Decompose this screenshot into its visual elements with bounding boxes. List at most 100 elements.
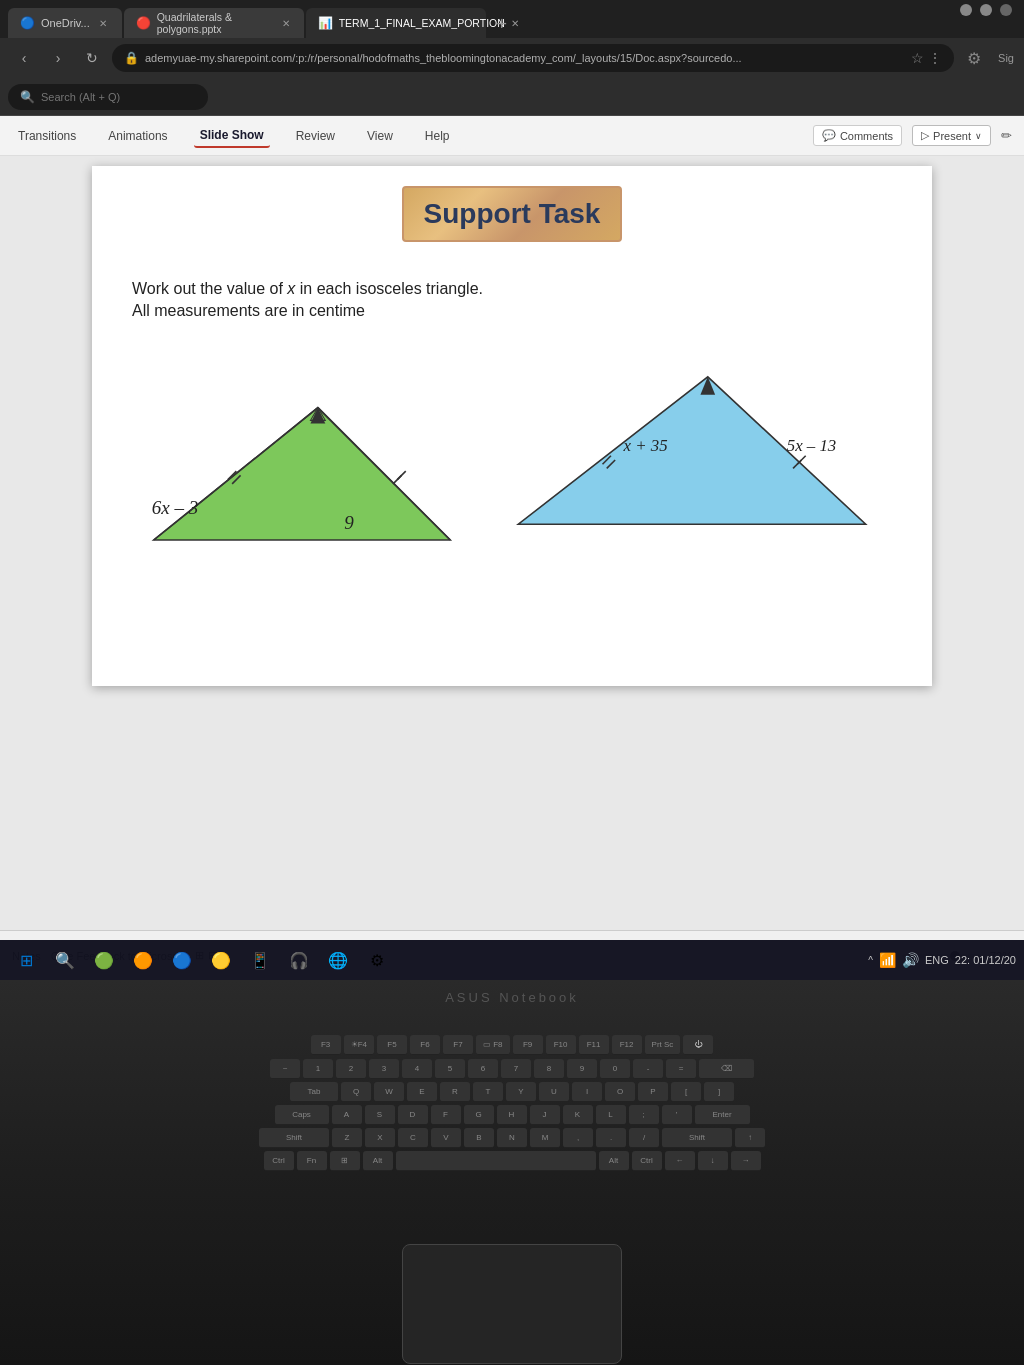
key-y[interactable]: Y: [506, 1082, 536, 1102]
key-comma[interactable]: ,: [563, 1128, 593, 1148]
taskbar-settings-icon[interactable]: ⚙: [359, 942, 395, 978]
refresh-button[interactable]: ↻: [78, 44, 106, 72]
key-shift-r[interactable]: Shift: [662, 1128, 732, 1148]
key-ctrl-l[interactable]: Ctrl: [264, 1151, 294, 1171]
present-button[interactable]: ▷ Present ∨: [912, 125, 991, 146]
key-p[interactable]: P: [638, 1082, 668, 1102]
key-power[interactable]: ⏻: [683, 1035, 713, 1055]
taskbar-edge-icon[interactable]: 🔵: [164, 942, 200, 978]
key-n[interactable]: N: [497, 1128, 527, 1148]
maximize-button[interactable]: [980, 4, 992, 16]
search-input[interactable]: [41, 91, 171, 103]
key-f8[interactable]: ▭ F8: [476, 1035, 510, 1055]
key-f[interactable]: F: [431, 1105, 461, 1125]
touchpad[interactable]: [402, 1244, 622, 1364]
key-s[interactable]: S: [365, 1105, 395, 1125]
tab-close-onedrive[interactable]: ✕: [96, 16, 110, 30]
tab-quadrilaterals[interactable]: 🔴 Quadrilaterals & polygons.pptx ✕: [124, 8, 304, 38]
key-k[interactable]: K: [563, 1105, 593, 1125]
key-w[interactable]: W: [374, 1082, 404, 1102]
key-0[interactable]: 0: [600, 1059, 630, 1079]
key-tilde[interactable]: ~: [270, 1059, 300, 1079]
key-4[interactable]: 4: [402, 1059, 432, 1079]
comments-button[interactable]: 💬 Comments: [813, 125, 902, 146]
key-5[interactable]: 5: [435, 1059, 465, 1079]
key-slash[interactable]: /: [629, 1128, 659, 1148]
key-equals[interactable]: =: [666, 1059, 696, 1079]
key-arrow-right[interactable]: →: [731, 1151, 761, 1171]
key-m[interactable]: M: [530, 1128, 560, 1148]
key-q[interactable]: Q: [341, 1082, 371, 1102]
key-prtsc[interactable]: Prt Sc: [645, 1035, 681, 1055]
key-8[interactable]: 8: [534, 1059, 564, 1079]
back-button[interactable]: ‹: [10, 44, 38, 72]
taskbar-phone-icon[interactable]: 📱: [242, 942, 278, 978]
tab-onedrive[interactable]: 🔵 OneDriv... ✕: [8, 8, 122, 38]
taskbar-headset-icon[interactable]: 🎧: [281, 942, 317, 978]
key-caps[interactable]: Caps: [275, 1105, 329, 1125]
taskbar-chrome-icon[interactable]: 🟠: [125, 942, 161, 978]
key-2[interactable]: 2: [336, 1059, 366, 1079]
key-f5[interactable]: F5: [377, 1035, 407, 1055]
key-t[interactable]: T: [473, 1082, 503, 1102]
key-backspace[interactable]: ⌫: [699, 1059, 754, 1079]
edit-icon[interactable]: ✏: [1001, 128, 1012, 143]
key-e[interactable]: E: [407, 1082, 437, 1102]
windows-start-button[interactable]: ⊞: [8, 942, 44, 978]
key-c[interactable]: C: [398, 1128, 428, 1148]
key-b[interactable]: B: [464, 1128, 494, 1148]
key-f12[interactable]: F12: [612, 1035, 642, 1055]
tab-term1[interactable]: 📊 TERM_1_FINAL_EXAM_PORTION ✕: [306, 8, 486, 38]
key-g[interactable]: G: [464, 1105, 494, 1125]
key-minus[interactable]: -: [633, 1059, 663, 1079]
key-i[interactable]: I: [572, 1082, 602, 1102]
star-icon[interactable]: ☆: [911, 50, 924, 66]
key-space[interactable]: [396, 1151, 596, 1171]
key-f6[interactable]: F6: [410, 1035, 440, 1055]
tab-close-quadrilaterals[interactable]: ✕: [280, 16, 292, 30]
key-u[interactable]: U: [539, 1082, 569, 1102]
ribbon-tab-animations[interactable]: Animations: [102, 125, 173, 147]
key-a[interactable]: A: [332, 1105, 362, 1125]
key-r[interactable]: R: [440, 1082, 470, 1102]
key-shift-l[interactable]: Shift: [259, 1128, 329, 1148]
key-f3[interactable]: F3: [311, 1035, 341, 1055]
key-x[interactable]: X: [365, 1128, 395, 1148]
key-semicolon[interactable]: ;: [629, 1105, 659, 1125]
key-v[interactable]: V: [431, 1128, 461, 1148]
ribbon-tab-review[interactable]: Review: [290, 125, 341, 147]
key-6[interactable]: 6: [468, 1059, 498, 1079]
key-fn[interactable]: Fn: [297, 1151, 327, 1171]
ribbon-tab-view[interactable]: View: [361, 125, 399, 147]
ribbon-tab-help[interactable]: Help: [419, 125, 456, 147]
key-1[interactable]: 1: [303, 1059, 333, 1079]
taskbar-search-button[interactable]: 🔍: [47, 942, 83, 978]
key-arrow-left[interactable]: ←: [665, 1151, 695, 1171]
taskbar-chevron-icon[interactable]: ^: [868, 955, 873, 966]
key-alt-l[interactable]: Alt: [363, 1151, 393, 1171]
key-bracket-r[interactable]: ]: [704, 1082, 734, 1102]
ribbon-tab-slideshow[interactable]: Slide Show: [194, 124, 270, 148]
key-tab[interactable]: Tab: [290, 1082, 338, 1102]
key-f4[interactable]: ☀F4: [344, 1035, 374, 1055]
ribbon-tab-transitions[interactable]: Transitions: [12, 125, 82, 147]
key-f11[interactable]: F11: [579, 1035, 609, 1055]
key-enter[interactable]: Enter: [695, 1105, 750, 1125]
key-h[interactable]: H: [497, 1105, 527, 1125]
settings-icon[interactable]: ⋮: [928, 50, 942, 66]
key-z[interactable]: Z: [332, 1128, 362, 1148]
taskbar-ms-icon[interactable]: 🟢: [86, 942, 122, 978]
new-tab-button[interactable]: +: [488, 10, 516, 38]
key-win[interactable]: ⊞: [330, 1151, 360, 1171]
key-l[interactable]: L: [596, 1105, 626, 1125]
key-d[interactable]: D: [398, 1105, 428, 1125]
key-period[interactable]: .: [596, 1128, 626, 1148]
key-3[interactable]: 3: [369, 1059, 399, 1079]
key-7[interactable]: 7: [501, 1059, 531, 1079]
taskbar-extra1[interactable]: 🟡: [203, 942, 239, 978]
browser-settings-icon[interactable]: ⚙: [960, 44, 988, 72]
key-arrow-up[interactable]: ↑: [735, 1128, 765, 1148]
search-input-wrap[interactable]: 🔍: [8, 84, 208, 110]
key-j[interactable]: J: [530, 1105, 560, 1125]
key-arrow-down[interactable]: ↓: [698, 1151, 728, 1171]
